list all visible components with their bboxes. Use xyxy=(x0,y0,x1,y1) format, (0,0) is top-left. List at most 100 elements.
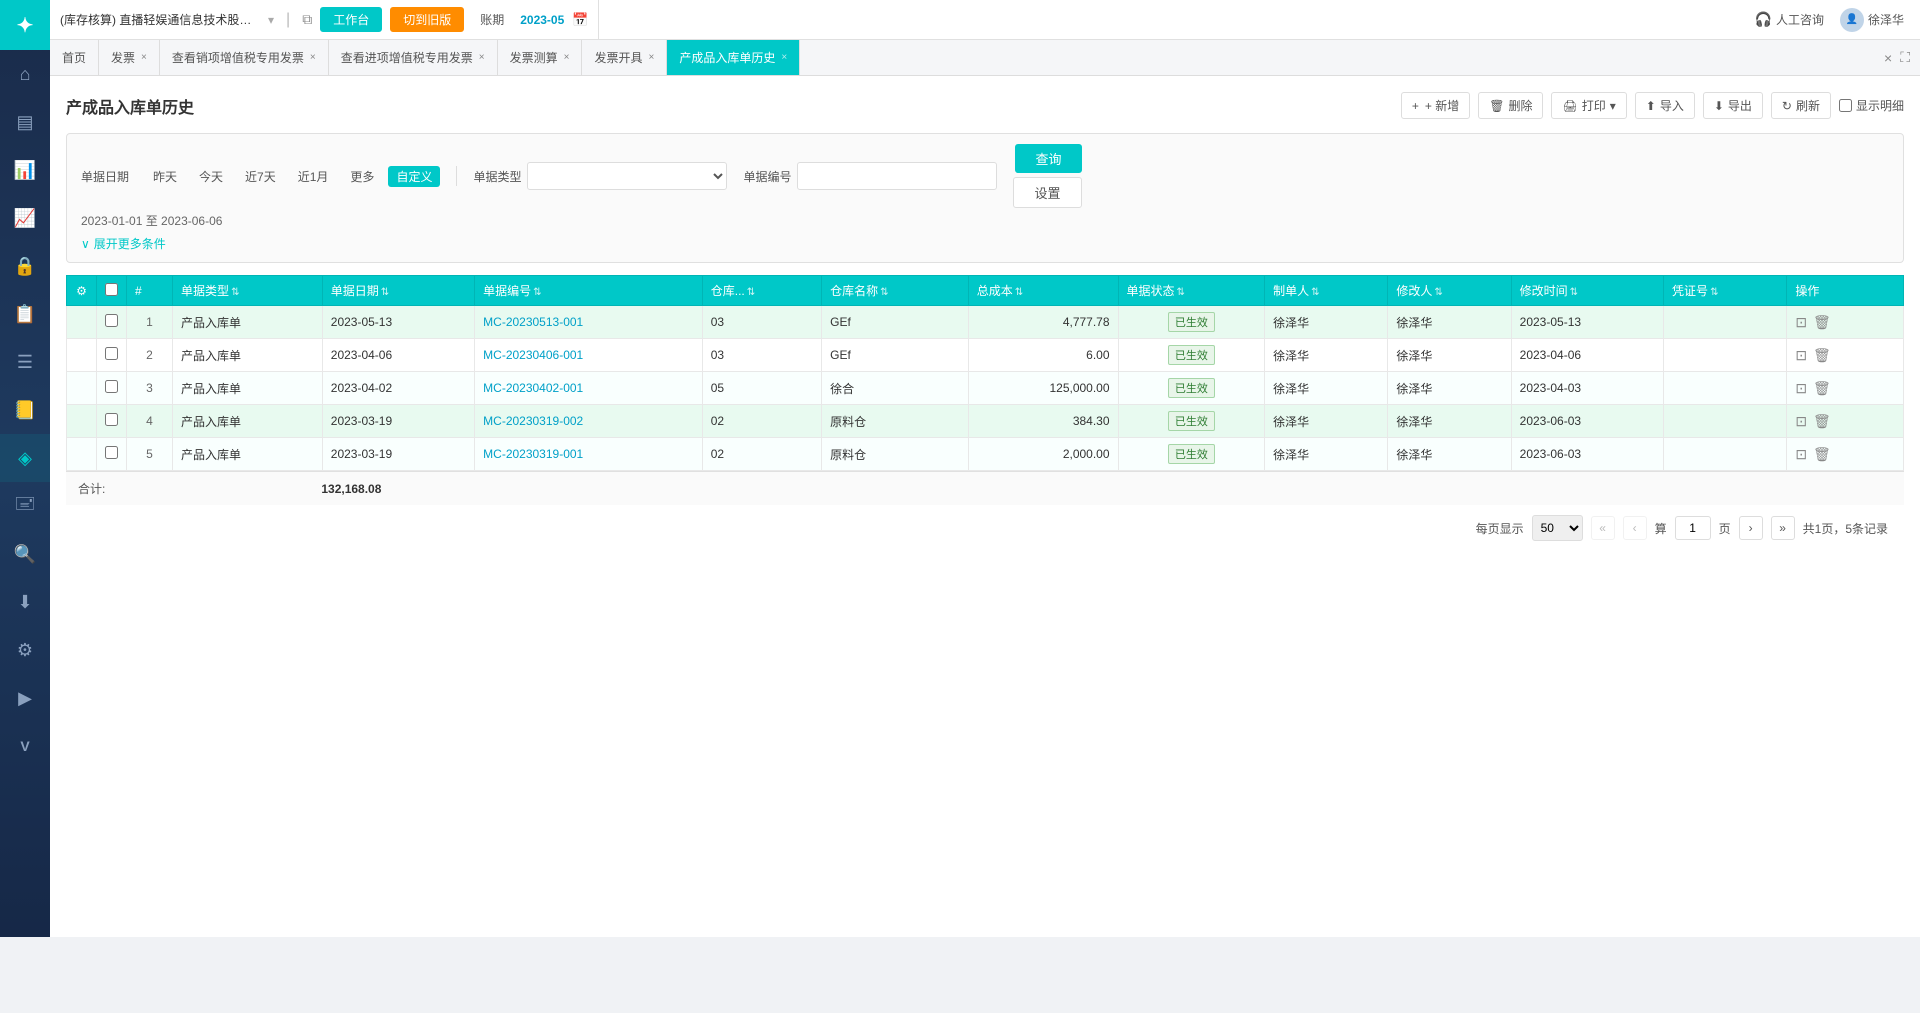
number-link-0[interactable]: MC-20230513-001 xyxy=(483,315,583,329)
sidebar-item-invoice[interactable]: ▤ xyxy=(0,98,50,146)
delete-row-icon-4[interactable]: 🗑 xyxy=(1813,446,1831,463)
month-btn[interactable]: 近1月 xyxy=(290,166,337,187)
tab-invoice-calc[interactable]: 发票测算 × xyxy=(498,40,583,76)
td-number-4[interactable]: MC-20230319-001 xyxy=(475,438,703,471)
sidebar-item-chart[interactable]: 📈 xyxy=(0,194,50,242)
show-detail-checkbox[interactable] xyxy=(1839,99,1852,112)
sidebar-item-ledger[interactable]: 📒 xyxy=(0,386,50,434)
row-checkbox-4[interactable] xyxy=(105,446,118,459)
th-settings[interactable]: ⚙ xyxy=(67,276,97,306)
th-modify-time[interactable]: 修改时间⇅ xyxy=(1511,276,1663,306)
delete-row-icon-2[interactable]: 🗑 xyxy=(1813,380,1831,397)
number-link-1[interactable]: MC-20230406-001 xyxy=(483,348,583,362)
tab-home[interactable]: 首页 xyxy=(50,40,99,76)
tab-input-vat-close[interactable]: × xyxy=(479,52,485,63)
delete-row-icon-3[interactable]: 🗑 xyxy=(1813,413,1831,430)
delete-row-icon-1[interactable]: 🗑 xyxy=(1813,347,1831,364)
select-all-checkbox[interactable] xyxy=(105,283,118,296)
tab-sales-vat[interactable]: 查看销项增值税专用发票 × xyxy=(160,40,329,76)
week-btn[interactable]: 近7天 xyxy=(237,166,284,187)
sidebar-item-active[interactable]: ◈ xyxy=(0,434,50,482)
number-link-2[interactable]: MC-20230402-001 xyxy=(483,381,583,395)
td-number-0[interactable]: MC-20230513-001 xyxy=(475,306,703,339)
first-page-btn[interactable]: « xyxy=(1591,516,1615,540)
import-button[interactable]: ⬆ 导入 xyxy=(1635,92,1695,119)
th-voucher[interactable]: 凭证号⇅ xyxy=(1664,276,1787,306)
row-checkbox-2[interactable] xyxy=(105,380,118,393)
expand-more-btn[interactable]: ∨ 展开更多条件 xyxy=(81,235,1889,252)
set-button[interactable]: 设置 xyxy=(1013,177,1081,208)
sidebar-item-settings[interactable]: ⚙ xyxy=(0,626,50,674)
tab-invoice-open-close[interactable]: × xyxy=(648,52,654,63)
row-checkbox-3[interactable] xyxy=(105,413,118,426)
refresh-button[interactable]: ↻ 刷新 xyxy=(1771,92,1831,119)
td-checkbox-3[interactable] xyxy=(97,405,127,438)
last-page-btn[interactable]: » xyxy=(1771,516,1795,540)
prev-page-btn[interactable]: ‹ xyxy=(1623,516,1647,540)
tab-sales-vat-close[interactable]: × xyxy=(310,52,316,63)
tab-close-all-icon[interactable]: × xyxy=(1884,50,1892,66)
td-number-3[interactable]: MC-20230319-002 xyxy=(475,405,703,438)
edit-icon-4[interactable]: ⊡ xyxy=(1795,446,1807,463)
th-status[interactable]: 单据状态⇅ xyxy=(1118,276,1265,306)
th-warehouse-name[interactable]: 仓库名称⇅ xyxy=(822,276,969,306)
sidebar-item-analytics[interactable]: 📊 xyxy=(0,146,50,194)
edit-icon-1[interactable]: ⊡ xyxy=(1795,347,1807,364)
td-checkbox-2[interactable] xyxy=(97,372,127,405)
more-btn[interactable]: 更多 xyxy=(342,166,382,187)
switch-version-button[interactable]: 切到旧版 xyxy=(390,7,464,32)
type-select[interactable] xyxy=(527,162,727,190)
page-input[interactable] xyxy=(1675,516,1711,540)
yesterday-btn[interactable]: 昨天 xyxy=(145,166,185,187)
show-detail-toggle[interactable]: 显示明细 xyxy=(1839,97,1904,114)
tab-invoice-calc-close[interactable]: × xyxy=(564,52,570,63)
sidebar-item-lock[interactable]: 🔒 xyxy=(0,242,50,290)
edit-icon-2[interactable]: ⊡ xyxy=(1795,380,1807,397)
user-profile[interactable]: 👤 徐泽华 xyxy=(1840,8,1904,32)
tab-invoice[interactable]: 发票 × xyxy=(99,40,160,76)
th-warehouse-code[interactable]: 仓库...⇅ xyxy=(702,276,821,306)
delete-row-icon-0[interactable]: 🗑 xyxy=(1813,314,1831,331)
td-checkbox-0[interactable] xyxy=(97,306,127,339)
th-total-cost[interactable]: 总成本⇅ xyxy=(968,276,1118,306)
today-btn[interactable]: 今天 xyxy=(191,166,231,187)
td-number-1[interactable]: MC-20230406-001 xyxy=(475,339,703,372)
row-checkbox-1[interactable] xyxy=(105,347,118,360)
tab-invoice-open[interactable]: 发票开具 × xyxy=(582,40,667,76)
td-checkbox-4[interactable] xyxy=(97,438,127,471)
app-logo[interactable]: ✦ xyxy=(0,0,50,50)
sidebar-item-list[interactable]: ☰ xyxy=(0,338,50,386)
custom-date-btn[interactable]: 自定义 xyxy=(388,166,440,187)
td-checkbox-1[interactable] xyxy=(97,339,127,372)
tab-product-history[interactable]: 产成品入库单历史 × xyxy=(667,40,800,76)
sidebar-item-play[interactable]: ▶ xyxy=(0,674,50,722)
number-input[interactable] xyxy=(797,162,997,190)
export-button[interactable]: ⬇ 导出 xyxy=(1703,92,1763,119)
sidebar-item-home[interactable]: ⌂ xyxy=(0,50,50,98)
calendar-icon[interactable]: 📅 xyxy=(572,12,588,28)
row-checkbox-0[interactable] xyxy=(105,314,118,327)
new-button[interactable]: + + 新增 xyxy=(1401,92,1470,119)
th-modifier[interactable]: 修改人⇅ xyxy=(1388,276,1511,306)
help-button[interactable]: 🎧 人工咨询 xyxy=(1755,11,1824,28)
copy-icon[interactable]: ⧉ xyxy=(302,11,312,28)
delete-button[interactable]: 🗑 删除 xyxy=(1478,92,1543,119)
tab-input-vat[interactable]: 查看进项增值税专用发票 × xyxy=(329,40,498,76)
sidebar-item-doc[interactable]: 📋 xyxy=(0,290,50,338)
edit-icon-3[interactable]: ⊡ xyxy=(1795,413,1807,430)
number-link-4[interactable]: MC-20230319-001 xyxy=(483,447,583,461)
edit-icon-0[interactable]: ⊡ xyxy=(1795,314,1807,331)
th-creator[interactable]: 制单人⇅ xyxy=(1265,276,1388,306)
workbench-button[interactable]: 工作台 xyxy=(320,7,382,32)
next-page-btn[interactable]: › xyxy=(1739,516,1763,540)
tab-product-history-close[interactable]: × xyxy=(781,52,787,63)
query-button[interactable]: 查询 xyxy=(1015,144,1081,173)
th-type[interactable]: 单据类型⇅ xyxy=(173,276,323,306)
th-number[interactable]: 单据编号⇅ xyxy=(475,276,703,306)
page-size-select[interactable]: 50 100 200 xyxy=(1532,515,1583,541)
tab-invoice-close[interactable]: × xyxy=(141,52,147,63)
number-link-3[interactable]: MC-20230319-002 xyxy=(483,414,583,428)
sidebar-item-download[interactable]: ⬇ xyxy=(0,578,50,626)
company-dropdown-icon[interactable]: ▾ xyxy=(268,13,274,27)
td-number-2[interactable]: MC-20230402-001 xyxy=(475,372,703,405)
